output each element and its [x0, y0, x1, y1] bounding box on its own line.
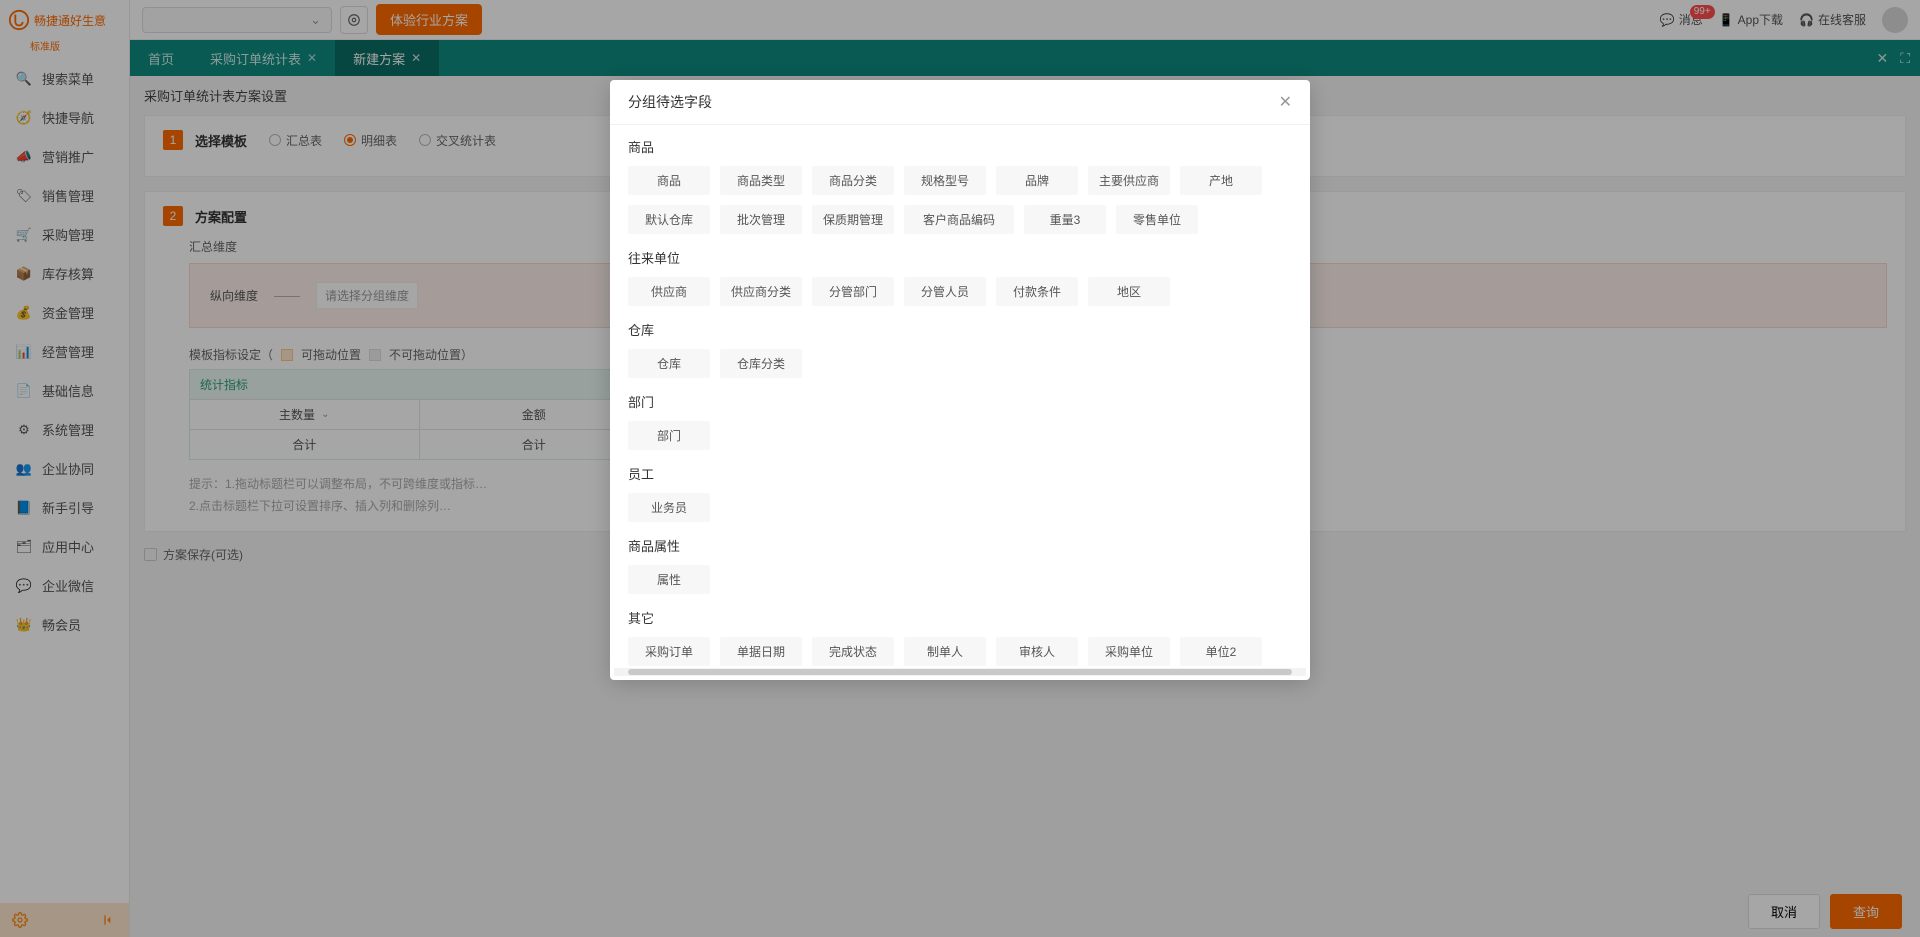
modal-body: 商品商品商品类型商品分类规格型号品牌主要供应商产地默认仓库批次管理保质期管理客户… [610, 125, 1310, 668]
field-group: 仓库仓库仓库分类 [628, 320, 1292, 378]
field-group-title: 商品属性 [628, 536, 1292, 555]
field-group-title: 员工 [628, 464, 1292, 483]
field-chip[interactable]: 重量3 [1024, 205, 1106, 234]
field-group-title: 商品 [628, 137, 1292, 156]
field-chip[interactable]: 制单人 [904, 637, 986, 666]
chip-row: 采购订单单据日期完成状态制单人审核人采购单位单位2主计量批号价格类型预计到货日期… [628, 637, 1292, 668]
field-chip[interactable]: 审核人 [996, 637, 1078, 666]
field-chip[interactable]: 付款条件 [996, 277, 1078, 306]
modal-header: 分组待选字段 ✕ [610, 80, 1310, 125]
field-chip[interactable]: 商品分类 [812, 166, 894, 195]
field-group-title: 部门 [628, 392, 1292, 411]
chip-row: 商品商品类型商品分类规格型号品牌主要供应商产地默认仓库批次管理保质期管理客户商品… [628, 166, 1292, 234]
chip-row: 属性 [628, 565, 1292, 594]
field-chip[interactable]: 采购订单 [628, 637, 710, 666]
field-chip[interactable]: 品牌 [996, 166, 1078, 195]
field-chip[interactable]: 规格型号 [904, 166, 986, 195]
field-chip[interactable]: 默认仓库 [628, 205, 710, 234]
field-chip[interactable]: 单据日期 [720, 637, 802, 666]
field-chip[interactable]: 地区 [1088, 277, 1170, 306]
field-selector-modal: 分组待选字段 ✕ 商品商品商品类型商品分类规格型号品牌主要供应商产地默认仓库批次… [610, 80, 1310, 680]
field-group: 商品商品商品类型商品分类规格型号品牌主要供应商产地默认仓库批次管理保质期管理客户… [628, 137, 1292, 234]
field-chip[interactable]: 属性 [628, 565, 710, 594]
field-chip[interactable]: 分管人员 [904, 277, 986, 306]
field-chip[interactable]: 单位2 [1180, 637, 1262, 666]
field-group: 往来单位供应商供应商分类分管部门分管人员付款条件地区 [628, 248, 1292, 306]
chip-row: 仓库仓库分类 [628, 349, 1292, 378]
field-chip[interactable]: 仓库 [628, 349, 710, 378]
field-chip[interactable]: 业务员 [628, 493, 710, 522]
field-chip[interactable]: 主要供应商 [1088, 166, 1170, 195]
field-group-title: 其它 [628, 608, 1292, 627]
field-chip[interactable]: 仓库分类 [720, 349, 802, 378]
field-group: 员工业务员 [628, 464, 1292, 522]
field-chip[interactable]: 批次管理 [720, 205, 802, 234]
field-chip[interactable]: 零售单位 [1116, 205, 1198, 234]
modal-title: 分组待选字段 [628, 92, 712, 112]
field-chip[interactable]: 完成状态 [812, 637, 894, 666]
field-chip[interactable]: 商品类型 [720, 166, 802, 195]
modal-horizontal-scrollbar[interactable] [614, 668, 1306, 676]
field-chip[interactable]: 部门 [628, 421, 710, 450]
chip-row: 部门 [628, 421, 1292, 450]
field-group: 其它采购订单单据日期完成状态制单人审核人采购单位单位2主计量批号价格类型预计到货… [628, 608, 1292, 668]
chip-row: 业务员 [628, 493, 1292, 522]
field-group-title: 仓库 [628, 320, 1292, 339]
field-chip[interactable]: 分管部门 [812, 277, 894, 306]
field-chip[interactable]: 采购单位 [1088, 637, 1170, 666]
chip-row: 供应商供应商分类分管部门分管人员付款条件地区 [628, 277, 1292, 306]
field-chip[interactable]: 商品 [628, 166, 710, 195]
modal-mask[interactable]: 分组待选字段 ✕ 商品商品商品类型商品分类规格型号品牌主要供应商产地默认仓库批次… [0, 0, 1920, 937]
field-chip[interactable]: 供应商分类 [720, 277, 802, 306]
field-group-title: 往来单位 [628, 248, 1292, 267]
field-chip[interactable]: 供应商 [628, 277, 710, 306]
field-group: 商品属性属性 [628, 536, 1292, 594]
field-chip[interactable]: 保质期管理 [812, 205, 894, 234]
field-chip[interactable]: 客户商品编码 [904, 205, 1014, 234]
field-chip[interactable]: 产地 [1180, 166, 1262, 195]
field-group: 部门部门 [628, 392, 1292, 450]
modal-close-button[interactable]: ✕ [1279, 92, 1292, 112]
